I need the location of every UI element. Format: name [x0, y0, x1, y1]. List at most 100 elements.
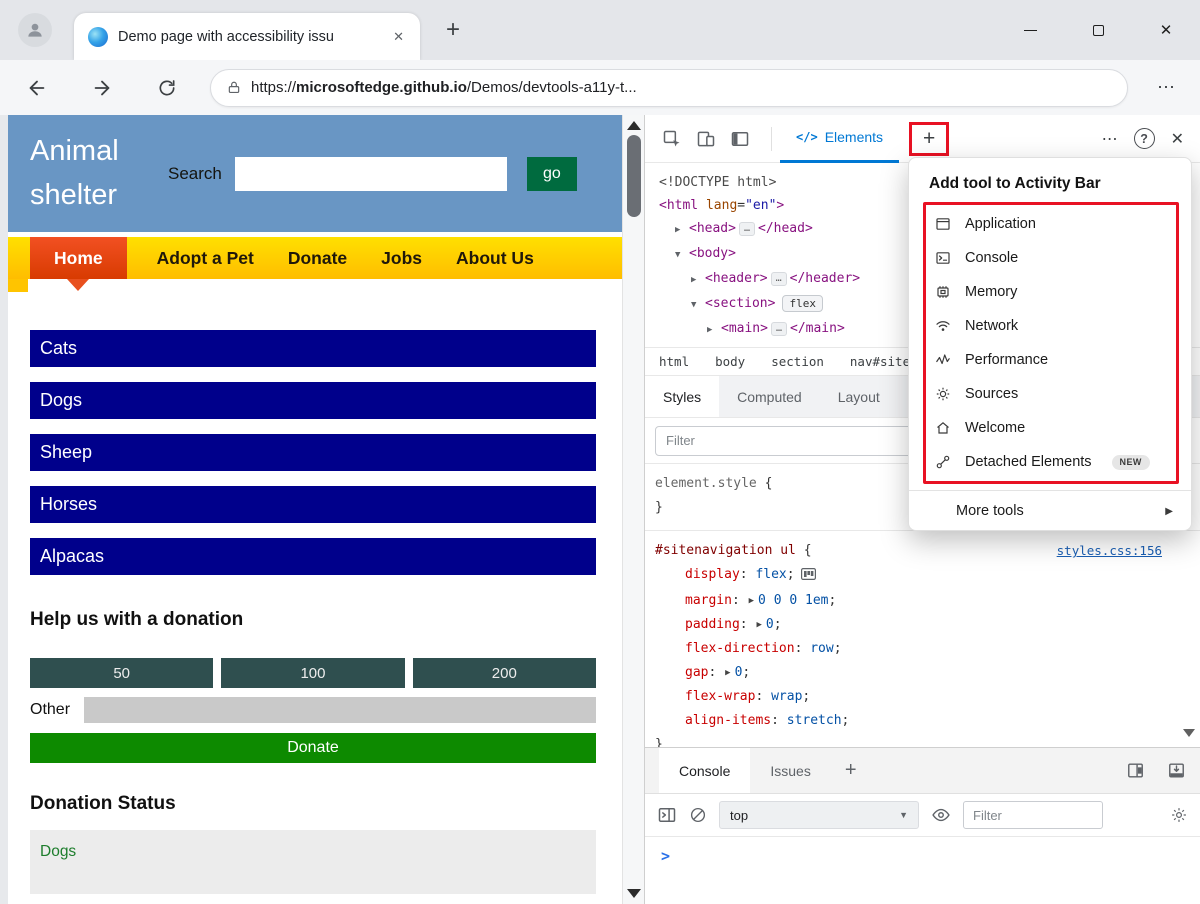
shorthand-expand-icon[interactable]: ▶	[749, 589, 754, 613]
breadcrumb-item-nav-site[interactable]: nav#site	[850, 354, 910, 369]
menu-item-application[interactable]: Application	[929, 207, 1171, 241]
console-input-area[interactable]: >	[645, 837, 1200, 903]
css-property-name[interactable]: gap	[685, 665, 708, 680]
minimize-button[interactable]	[996, 0, 1064, 60]
css-property-name[interactable]: display	[685, 567, 740, 582]
close-window-button[interactable]: ✕	[1132, 0, 1200, 60]
css-property-value[interactable]: wrap	[771, 689, 802, 704]
back-button[interactable]	[20, 71, 54, 105]
animal-link-sheep[interactable]: Sheep	[30, 434, 596, 471]
stylesheet-source-link[interactable]: styles.css:156	[1057, 539, 1162, 563]
nav-item-jobs[interactable]: Jobs	[377, 237, 426, 279]
css-property-align-items[interactable]: align-items: stretch;	[655, 709, 1190, 733]
search-go-button[interactable]: go	[526, 156, 577, 191]
css-property-name[interactable]: align-items	[685, 713, 771, 728]
css-property-value[interactable]: 0	[766, 617, 774, 632]
address-bar[interactable]: https://microsoftedge.github.io/Demos/de…	[210, 68, 1128, 107]
animal-link-dogs[interactable]: Dogs	[30, 382, 596, 419]
css-rule-selector[interactable]: #sitenavigation ul	[655, 543, 796, 558]
menu-item-detached-elements[interactable]: Detached Elements NEW	[929, 445, 1171, 479]
other-amount-input[interactable]	[84, 697, 596, 723]
css-property-value[interactable]: row	[810, 641, 833, 656]
javascript-context-select[interactable]: top ▼	[719, 801, 919, 829]
css-property-flex-direction[interactable]: flex-direction: row;	[655, 637, 1190, 661]
menu-item-network[interactable]: Network	[929, 309, 1171, 343]
css-property-value[interactable]: 0 0 0 1em	[758, 593, 828, 608]
devtools-more-icon[interactable]: ⋯	[1102, 129, 1118, 149]
maximize-button[interactable]	[1064, 0, 1132, 60]
tab-layout[interactable]: Layout	[820, 376, 898, 417]
breadcrumb-item-html[interactable]: html	[659, 354, 689, 369]
nav-item-home[interactable]: Home	[30, 237, 127, 291]
profile-avatar[interactable]	[18, 13, 52, 47]
tree-expand-arrow[interactable]: ▶	[707, 344, 721, 347]
inspect-element-icon[interactable]	[655, 122, 689, 156]
breadcrumb-item-body[interactable]: body	[715, 354, 745, 369]
tab-close-button[interactable]: ✕	[387, 27, 410, 47]
css-property-name[interactable]: margin	[685, 593, 732, 608]
menu-item-console[interactable]: Console	[929, 241, 1171, 275]
css-property-value[interactable]: stretch	[787, 713, 842, 728]
browser-menu-button[interactable]: ⋯	[1144, 77, 1188, 98]
device-emulation-icon[interactable]	[689, 122, 723, 156]
css-property-name[interactable]: padding	[685, 617, 740, 632]
css-property-margin[interactable]: margin: ▶ 0 0 0 1em;	[655, 589, 1190, 613]
amount-button-200[interactable]: 200	[412, 658, 596, 688]
scroll-down-icon[interactable]	[626, 889, 641, 898]
menu-item-memory[interactable]: Memory	[929, 275, 1171, 309]
flex-editor-icon[interactable]	[800, 565, 816, 589]
tab-elements[interactable]: </> Elements	[780, 115, 900, 163]
menu-item-more-tools[interactable]: More tools ▶	[909, 491, 1191, 531]
animal-link-horses[interactable]: Horses	[30, 486, 596, 523]
live-expression-icon[interactable]	[931, 805, 951, 825]
styles-scroll-down-icon[interactable]	[1183, 729, 1195, 737]
tree-expand-arrow[interactable]: ▼	[675, 244, 689, 267]
forward-button[interactable]	[85, 71, 119, 105]
browser-tab[interactable]: Demo page with accessibility issu ✕	[74, 13, 420, 60]
tab-console[interactable]: Console	[659, 748, 751, 793]
clear-console-icon[interactable]	[689, 806, 707, 824]
new-tab-button[interactable]: +	[438, 16, 468, 44]
tree-expand-arrow[interactable]: ▼	[691, 294, 705, 317]
animal-link-cats[interactable]: Cats	[30, 330, 596, 367]
console-filter-input[interactable]	[963, 801, 1103, 829]
nav-item-adopt-a-pet[interactable]: Adopt a Pet	[153, 237, 258, 279]
nav-item-about-us[interactable]: About Us	[452, 237, 538, 279]
css-property-name[interactable]: flex-direction	[685, 641, 795, 656]
activity-bar-location-icon[interactable]	[723, 122, 757, 156]
console-settings-icon[interactable]	[1170, 806, 1188, 824]
nav-item-donate[interactable]: Donate	[284, 237, 351, 279]
tree-expand-arrow[interactable]: ▶	[675, 219, 689, 242]
element-style-selector[interactable]: element.style	[655, 476, 757, 491]
menu-item-welcome[interactable]: Welcome	[929, 411, 1171, 445]
breadcrumb-item-section[interactable]: section	[771, 354, 824, 369]
css-property-padding[interactable]: padding: ▶ 0;	[655, 613, 1190, 637]
scrollbar-thumb[interactable]	[627, 135, 641, 217]
scroll-up-icon[interactable]	[626, 121, 641, 130]
css-property-value[interactable]: flex	[755, 567, 786, 582]
tree-expand-arrow[interactable]: ▶	[691, 269, 705, 292]
refresh-button[interactable]	[150, 71, 184, 105]
collapse-drawer-icon[interactable]	[1167, 761, 1186, 780]
add-tool-button[interactable]: +	[917, 125, 941, 153]
css-property-flex-wrap[interactable]: flex-wrap: wrap;	[655, 685, 1190, 709]
tree-expand-arrow[interactable]: ▶	[707, 319, 721, 342]
tab-computed[interactable]: Computed	[719, 376, 820, 417]
amount-button-50[interactable]: 50	[30, 658, 214, 688]
dock-side-icon[interactable]	[1126, 761, 1145, 780]
close-devtools-icon[interactable]: ✕	[1171, 129, 1184, 149]
donate-button[interactable]: Donate	[30, 733, 596, 763]
shorthand-expand-icon[interactable]: ▶	[725, 661, 730, 685]
amount-button-100[interactable]: 100	[221, 658, 405, 688]
page-scrollbar[interactable]	[622, 115, 644, 904]
add-drawer-tab-button[interactable]: +	[831, 748, 871, 793]
animal-link-alpacas[interactable]: Alpacas	[30, 538, 596, 575]
help-icon[interactable]: ?	[1133, 128, 1155, 149]
menu-item-performance[interactable]: Performance	[929, 343, 1171, 377]
menu-item-sources[interactable]: Sources	[929, 377, 1171, 411]
console-sidebar-icon[interactable]	[657, 805, 677, 825]
donation-status-item[interactable]: Dogs	[40, 843, 76, 860]
search-input[interactable]	[234, 156, 507, 191]
shorthand-expand-icon[interactable]: ▶	[756, 613, 761, 637]
tab-styles[interactable]: Styles	[645, 376, 720, 417]
